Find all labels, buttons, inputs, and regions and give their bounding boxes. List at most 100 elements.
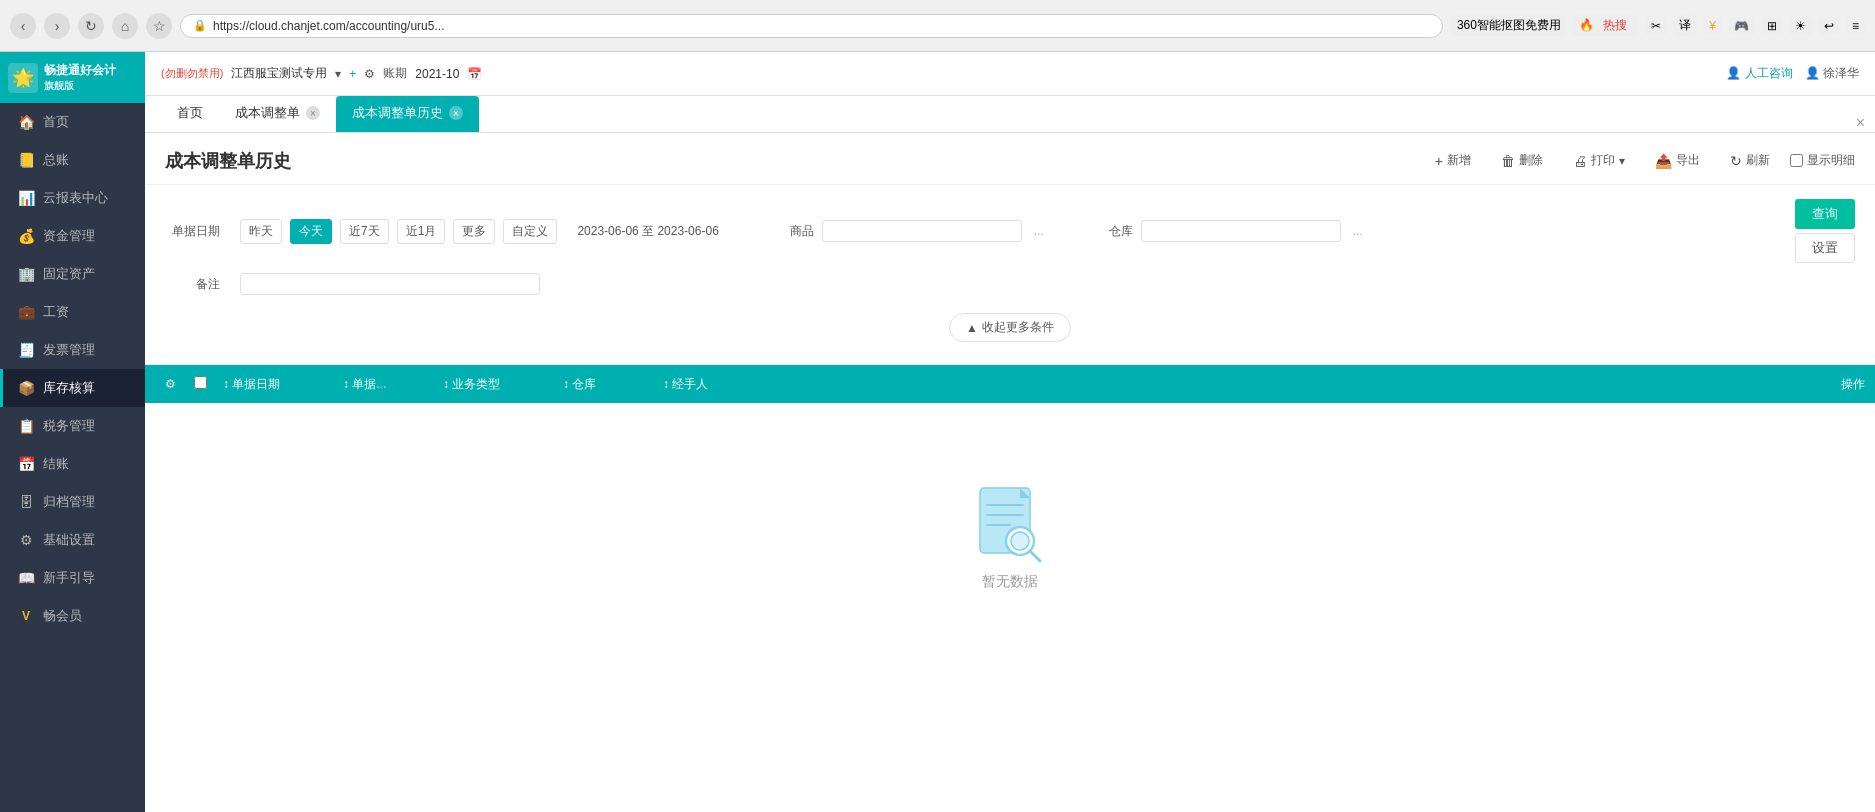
th-date[interactable]: ↕ 单据日期: [215, 376, 335, 393]
sidebar-item-guide[interactable]: 📖 新手引导: [0, 559, 145, 597]
remark-filter-label: 备注: [165, 276, 220, 293]
top-bar-right: 👤 人工咨询 👤 徐泽华: [1726, 65, 1859, 82]
1month-btn[interactable]: 近1月: [397, 219, 446, 244]
refresh-page-btn[interactable]: ↻ 刷新: [1720, 147, 1780, 174]
th-date-label: ↕ 单据日期: [223, 376, 280, 393]
sidebar-item-close[interactable]: 📅 结账: [0, 445, 145, 483]
home-icon: 🏠: [17, 114, 35, 130]
warehouse-filter-input[interactable]: [1141, 220, 1341, 242]
tab-cost-adjust[interactable]: 成本调整单 ×: [219, 96, 336, 132]
brightness-tool[interactable]: ☀: [1789, 17, 1812, 35]
nav-back-btn[interactable]: ‹: [10, 13, 36, 39]
filter-setting-btn[interactable]: 设置: [1795, 233, 1855, 263]
select-all-checkbox[interactable]: [194, 376, 207, 389]
query-btn[interactable]: 查询: [1795, 199, 1855, 229]
th-warehouse-label: ↕ 仓库: [563, 376, 596, 393]
refresh-btn[interactable]: ↻: [78, 13, 104, 39]
goods-filter-input[interactable]: [822, 220, 1022, 242]
th-settings[interactable]: ⚙: [155, 377, 185, 391]
remark-filter-input[interactable]: [240, 273, 540, 295]
goods-filter-label: 商品: [759, 223, 814, 240]
hot-search[interactable]: 🔥 热搜: [1573, 15, 1639, 36]
tab-cost-adjust-history-close[interactable]: ×: [449, 106, 463, 120]
th-ops: 操作: [1805, 376, 1865, 393]
sidebar-item-invoice[interactable]: 🧾 发票管理: [0, 331, 145, 369]
custom-btn[interactable]: 自定义: [503, 219, 557, 244]
sidebar-item-fixed-label: 固定资产: [43, 265, 95, 283]
home-btn[interactable]: ⌂: [112, 13, 138, 39]
member-icon: V: [17, 609, 35, 623]
sidebar-item-close-label: 结账: [43, 455, 69, 473]
7days-btn[interactable]: 近7天: [340, 219, 389, 244]
global-close-btn[interactable]: ×: [1856, 114, 1865, 132]
tab-cost-adjust-close[interactable]: ×: [306, 106, 320, 120]
sidebar: 🌟 畅捷通好会计 旗舰版 🏠 首页 📒 总账 📊 云报表中心 💰 资金管理 🏢 …: [0, 52, 145, 812]
gold-tool[interactable]: ¥: [1703, 17, 1722, 35]
display-detail-checkbox[interactable]: [1790, 154, 1803, 167]
display-detail: 显示明细: [1790, 152, 1855, 169]
th-handler[interactable]: ↕ 经手人: [655, 376, 775, 393]
sidebar-item-salary[interactable]: 💼 工资: [0, 293, 145, 331]
inventory-icon: 📦: [17, 380, 35, 396]
table-header: ⚙ ↕ 单据日期 ↕ 单据... ↕ 业务类型 ↕ 仓库 ↕: [145, 365, 1875, 403]
service-label: 人工咨询: [1745, 66, 1793, 80]
reports-icon: 📊: [17, 190, 35, 206]
goods-more-btn[interactable]: ...: [1034, 224, 1044, 238]
sidebar-item-fixed[interactable]: 🏢 固定资产: [0, 255, 145, 293]
add-btn[interactable]: + 新增: [1425, 147, 1481, 174]
page-title: 成本调整单历史: [165, 149, 291, 173]
translate-tool[interactable]: 译: [1673, 15, 1697, 36]
company-settings-btn[interactable]: ⚙: [364, 67, 375, 81]
delete-btn[interactable]: 🗑 删除: [1491, 147, 1553, 174]
calendar-btn[interactable]: 📅: [467, 67, 482, 81]
tab-bar: 首页 成本调整单 × 成本调整单历史 × ×: [145, 96, 1875, 133]
logo-icon: 🌟: [8, 63, 38, 93]
print-btn[interactable]: 🖨 打印 ▾: [1563, 147, 1635, 174]
empty-icon: [965, 483, 1055, 573]
yesterday-btn[interactable]: 昨天: [240, 219, 282, 244]
url-bar[interactable]: 🔒 https://cloud.chanjet.com/accounting/u…: [180, 14, 1443, 38]
th-warehouse[interactable]: ↕ 仓库: [555, 376, 655, 393]
nav-forward-btn[interactable]: ›: [44, 13, 70, 39]
empty-state: 暂无数据: [145, 403, 1875, 671]
grid-tool[interactable]: ⊞: [1761, 17, 1783, 35]
export-btn[interactable]: 📤 导出: [1645, 147, 1710, 174]
sidebar-logo: 🌟 畅捷通好会计 旗舰版: [0, 52, 145, 103]
sidebar-item-funds[interactable]: 💰 资金管理: [0, 217, 145, 255]
star-btn[interactable]: ☆: [146, 13, 172, 39]
th-checkbox[interactable]: [185, 376, 215, 392]
sidebar-item-archive[interactable]: 🗄 归档管理: [0, 483, 145, 521]
service-icon: 👤: [1726, 66, 1741, 80]
tab-home[interactable]: 首页: [161, 96, 219, 132]
sidebar-item-home-label: 首页: [43, 113, 69, 131]
sidebar-item-basic[interactable]: ⚙ 基础设置: [0, 521, 145, 559]
top-bar-left: (勿删勿禁用) 江西服宝测试专用 ▾ + ⚙ 账期 2021-10 📅: [161, 65, 482, 82]
collapse-filter-btn[interactable]: ▲ 收起更多条件: [949, 313, 1071, 342]
th-voucher[interactable]: ↕ 单据...: [335, 376, 435, 393]
sidebar-item-tax[interactable]: 📋 税务管理: [0, 407, 145, 445]
tab-cost-adjust-history[interactable]: 成本调整单历史 ×: [336, 96, 479, 132]
sidebar-item-reports[interactable]: 📊 云报表中心: [0, 179, 145, 217]
browser-tools: 360智能抠图免费用 🔥 热搜 ✂ 译 ¥ 🎮 ⊞ ☀ ↩ ≡: [1451, 15, 1865, 36]
company-dropdown-icon[interactable]: ▾: [335, 67, 341, 81]
page-area: 成本调整单历史 + 新增 🗑 删除 🖨 打印 ▾: [145, 133, 1875, 812]
logo-text-area: 畅捷通好会计 旗舰版: [44, 62, 116, 93]
sidebar-item-member[interactable]: V 畅会员: [0, 597, 145, 635]
warehouse-more-btn[interactable]: ...: [1353, 224, 1363, 238]
360-tool[interactable]: 360智能抠图免费用: [1451, 15, 1567, 36]
guide-icon: 📖: [17, 570, 35, 586]
sidebar-item-archive-label: 归档管理: [43, 493, 95, 511]
add-company-btn[interactable]: +: [349, 67, 356, 81]
th-biztype[interactable]: ↕ 业务类型: [435, 376, 555, 393]
user-area[interactable]: 👤 徐泽华: [1805, 65, 1859, 82]
game-tool[interactable]: 🎮: [1728, 17, 1755, 35]
today-btn[interactable]: 今天: [290, 219, 332, 244]
sidebar-item-inventory[interactable]: 📦 库存核算: [0, 369, 145, 407]
undo-tool[interactable]: ↩: [1818, 17, 1840, 35]
scissors-tool[interactable]: ✂: [1645, 17, 1667, 35]
service-btn[interactable]: 👤 人工咨询: [1726, 65, 1792, 82]
sidebar-item-home[interactable]: 🏠 首页: [0, 103, 145, 141]
sidebar-item-ledger[interactable]: 📒 总账: [0, 141, 145, 179]
menu-tool[interactable]: ≡: [1846, 17, 1865, 35]
more-btn[interactable]: 更多: [453, 219, 495, 244]
